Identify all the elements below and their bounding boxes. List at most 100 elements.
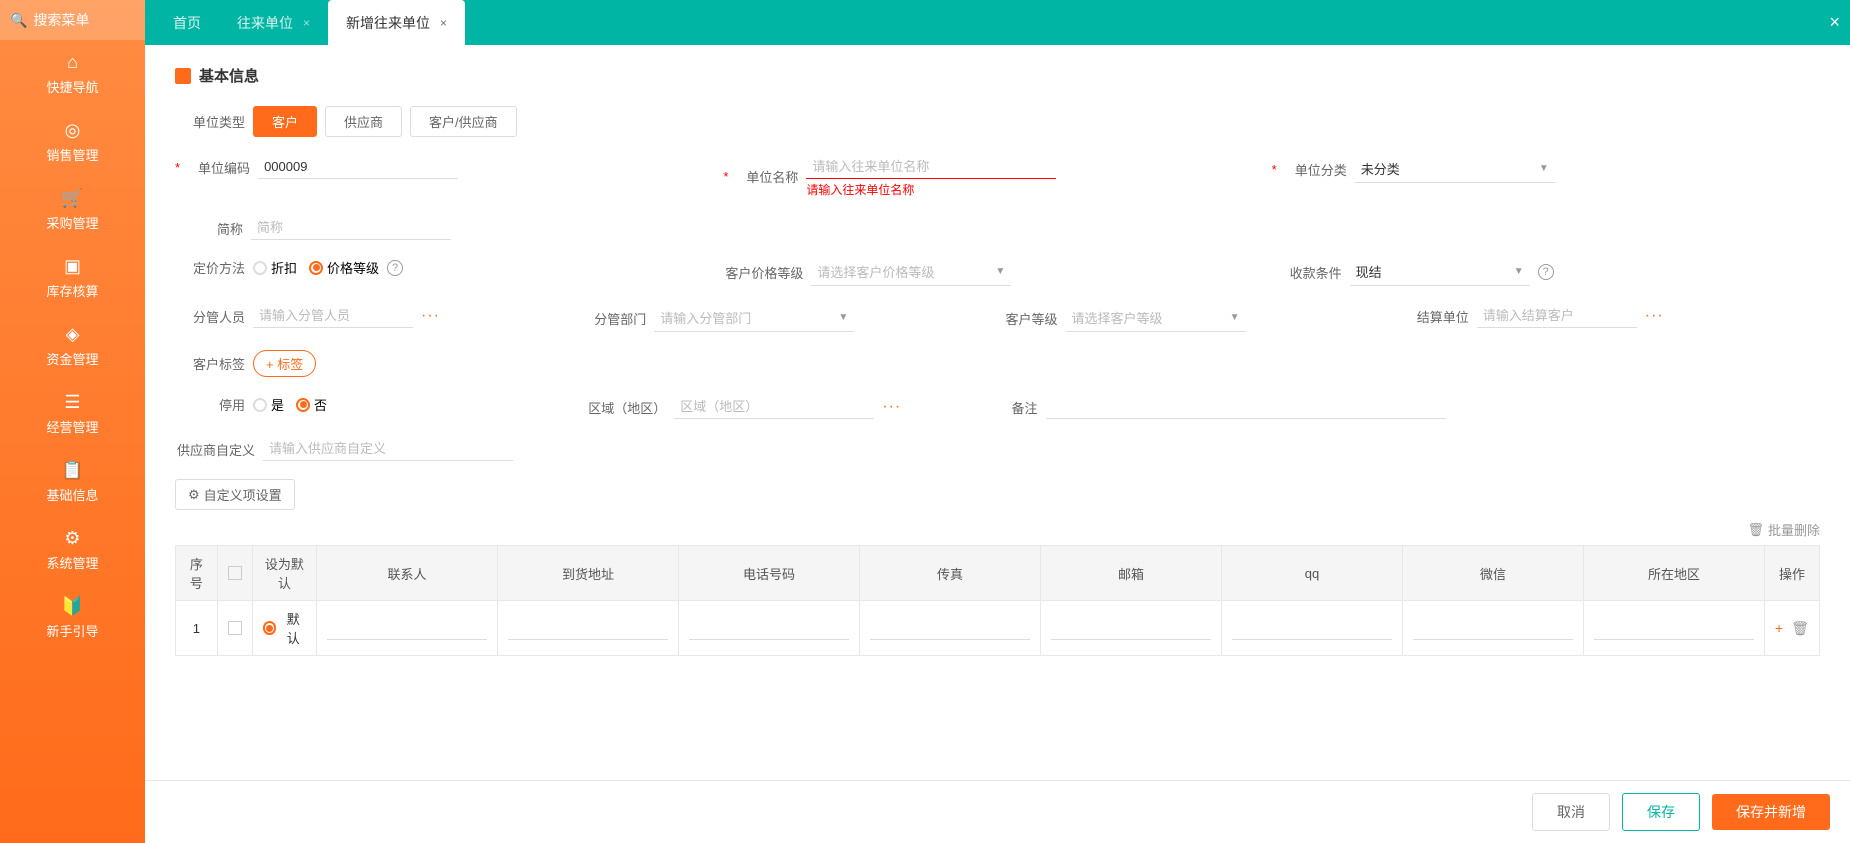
fax-input[interactable] <box>870 616 1030 640</box>
cell-qq[interactable] <box>1222 601 1403 656</box>
level-label: 价格等级 <box>327 258 379 277</box>
pricing-radio-discount[interactable]: 折扣 <box>253 258 297 277</box>
sidebar-search[interactable]: 🔍 搜索菜单 <box>0 0 145 40</box>
basic-info-icon: 📋 <box>61 460 83 481</box>
payment-terms-dropdown[interactable]: 现结 ▼ <box>1350 258 1530 286</box>
gear-icon: ⚙ <box>188 487 200 503</box>
cell-contact[interactable] <box>317 601 498 656</box>
customer-level-dropdown[interactable]: 请选择客户等级 ▼ <box>1066 304 1246 332</box>
supplier-custom-input[interactable] <box>263 437 513 461</box>
delete-row-icon[interactable]: 🗑 <box>1791 620 1809 637</box>
region-group: 区域（地区） ··· <box>586 395 997 419</box>
add-row-icon[interactable]: + <box>1775 620 1783 636</box>
disable-radio-no[interactable]: 否 <box>296 395 327 414</box>
disable-radio-yes[interactable]: 是 <box>253 395 284 414</box>
address-input[interactable] <box>508 616 668 640</box>
type-btn-customer[interactable]: 客户 <box>253 106 317 137</box>
manager-input[interactable] <box>253 304 413 328</box>
sidebar-item-label: 库存核算 <box>46 281 98 300</box>
settle-unit-label: 结算单位 <box>1409 307 1469 326</box>
pricing-radio-level[interactable]: 价格等级 <box>309 258 379 277</box>
sidebar-item-inventory[interactable]: ▣ 库存核算 <box>0 244 145 312</box>
cell-address[interactable] <box>498 601 679 656</box>
unit-code-group: * 单位编码 <box>175 155 723 179</box>
manager-label: 分管人员 <box>175 307 245 326</box>
region-label: 区域（地区） <box>586 398 666 417</box>
tab-unit-list[interactable]: 往来单位 × <box>219 0 328 45</box>
type-btn-both[interactable]: 客户/供应商 <box>410 106 517 137</box>
main-area: 首页 往来单位 × 新增往来单位 × × 基本信息 单位类型 客户 供应商 <box>145 0 1850 843</box>
unit-name-wrapper: 请输入往来单位名称 <box>806 155 1056 198</box>
abbr-label: 简称 <box>183 219 243 238</box>
default-radio[interactable] <box>263 621 277 635</box>
contact-input[interactable] <box>327 616 487 640</box>
sidebar-item-operations[interactable]: ☰ 经营管理 <box>0 380 145 448</box>
unit-code-input[interactable] <box>258 155 458 179</box>
payment-terms-help-icon[interactable]: ? <box>1538 264 1554 280</box>
email-input[interactable] <box>1051 616 1211 640</box>
qq-input[interactable] <box>1232 616 1392 640</box>
th-qq: qq <box>1222 546 1403 601</box>
customer-price-level-dropdown[interactable]: 请选择客户价格等级 ▼ <box>811 258 1011 286</box>
guide-icon: 🔰 <box>61 596 83 617</box>
cancel-button[interactable]: 取消 <box>1532 793 1610 831</box>
cell-default[interactable]: 默认 <box>252 601 316 656</box>
settle-unit-group: 结算单位 ··· <box>1409 304 1820 328</box>
cell-fax[interactable] <box>860 601 1041 656</box>
operations-icon: ☰ <box>64 392 80 413</box>
pricing-help-icon[interactable]: ? <box>387 260 403 276</box>
th-contact: 联系人 <box>317 546 498 601</box>
wechat-input[interactable] <box>1413 616 1573 640</box>
sidebar-item-guide[interactable]: 🔰 新手引导 <box>0 584 145 652</box>
dept-dropdown[interactable]: 请输入分管部门 ▼ <box>654 304 854 332</box>
sidebar-item-sales[interactable]: ◎ 销售管理 <box>0 108 145 176</box>
sidebar-item-basic-info[interactable]: 📋 基础信息 <box>0 448 145 516</box>
section-title: 基本信息 <box>199 65 259 86</box>
cell-email[interactable] <box>1041 601 1222 656</box>
cell-region[interactable] <box>1584 601 1765 656</box>
custom-setting-button[interactable]: ⚙ 自定义项设置 <box>175 479 295 510</box>
tab-add-unit[interactable]: 新增往来单位 × <box>328 0 465 45</box>
customer-tag-group: 客户标签 + 标签 <box>175 350 1820 377</box>
manager-dots-button[interactable]: ··· <box>421 307 440 325</box>
section-header-basic-info: 基本信息 <box>175 65 1820 86</box>
region-table-input[interactable] <box>1594 616 1754 640</box>
supplier-custom-group: 供应商自定义 <box>175 437 1820 461</box>
save-button[interactable]: 保存 <box>1622 793 1700 831</box>
sidebar-item-label: 快捷导航 <box>46 77 98 96</box>
cell-phone[interactable] <box>679 601 860 656</box>
row-checkbox[interactable] <box>228 621 242 635</box>
sidebar-item-system[interactable]: ⚙ 系统管理 <box>0 516 145 584</box>
tab-home[interactable]: 首页 <box>155 0 219 45</box>
add-tag-button[interactable]: + 标签 <box>253 350 316 377</box>
sidebar: 🔍 搜索菜单 ⌂ 快捷导航 ◎ 销售管理 🛒 采购管理 ▣ 库存核算 ◈ 资金管… <box>0 0 145 843</box>
notes-input[interactable] <box>1046 395 1446 419</box>
cell-wechat[interactable] <box>1403 601 1584 656</box>
sidebar-item-finance[interactable]: ◈ 资金管理 <box>0 312 145 380</box>
type-btn-supplier[interactable]: 供应商 <box>325 106 402 137</box>
region-input[interactable] <box>674 395 874 419</box>
radio-circle-level <box>309 261 323 275</box>
tab-unit-list-close[interactable]: × <box>303 16 310 30</box>
tab-add-unit-close[interactable]: × <box>440 16 447 30</box>
table-row: 1 默认 <box>176 601 1820 656</box>
unit-name-input[interactable] <box>806 155 1056 179</box>
sidebar-item-quick-nav[interactable]: ⌂ 快捷导航 <box>0 40 145 108</box>
th-actions: 操作 <box>1765 546 1820 601</box>
phone-input[interactable] <box>689 616 849 640</box>
customer-level-placeholder: 请选择客户等级 <box>1072 308 1224 327</box>
region-dots-button[interactable]: ··· <box>882 398 901 416</box>
window-close-button[interactable]: × <box>1829 12 1840 33</box>
unit-category-dropdown[interactable]: 未分类 ▼ <box>1355 155 1555 183</box>
header-checkbox[interactable] <box>228 566 242 580</box>
delete-icon: 🗑 <box>1747 522 1764 538</box>
th-checkbox <box>217 546 252 601</box>
notes-group: 备注 <box>998 395 1821 419</box>
settle-unit-dots-button[interactable]: ··· <box>1645 307 1664 325</box>
batch-delete-button[interactable]: 🗑 批量删除 <box>1747 520 1820 539</box>
home-icon: ⌂ <box>67 52 78 73</box>
abbr-input[interactable] <box>251 216 451 240</box>
sidebar-item-purchase[interactable]: 🛒 采购管理 <box>0 176 145 244</box>
save-new-button[interactable]: 保存并新增 <box>1712 794 1830 830</box>
settle-unit-input[interactable] <box>1477 304 1637 328</box>
